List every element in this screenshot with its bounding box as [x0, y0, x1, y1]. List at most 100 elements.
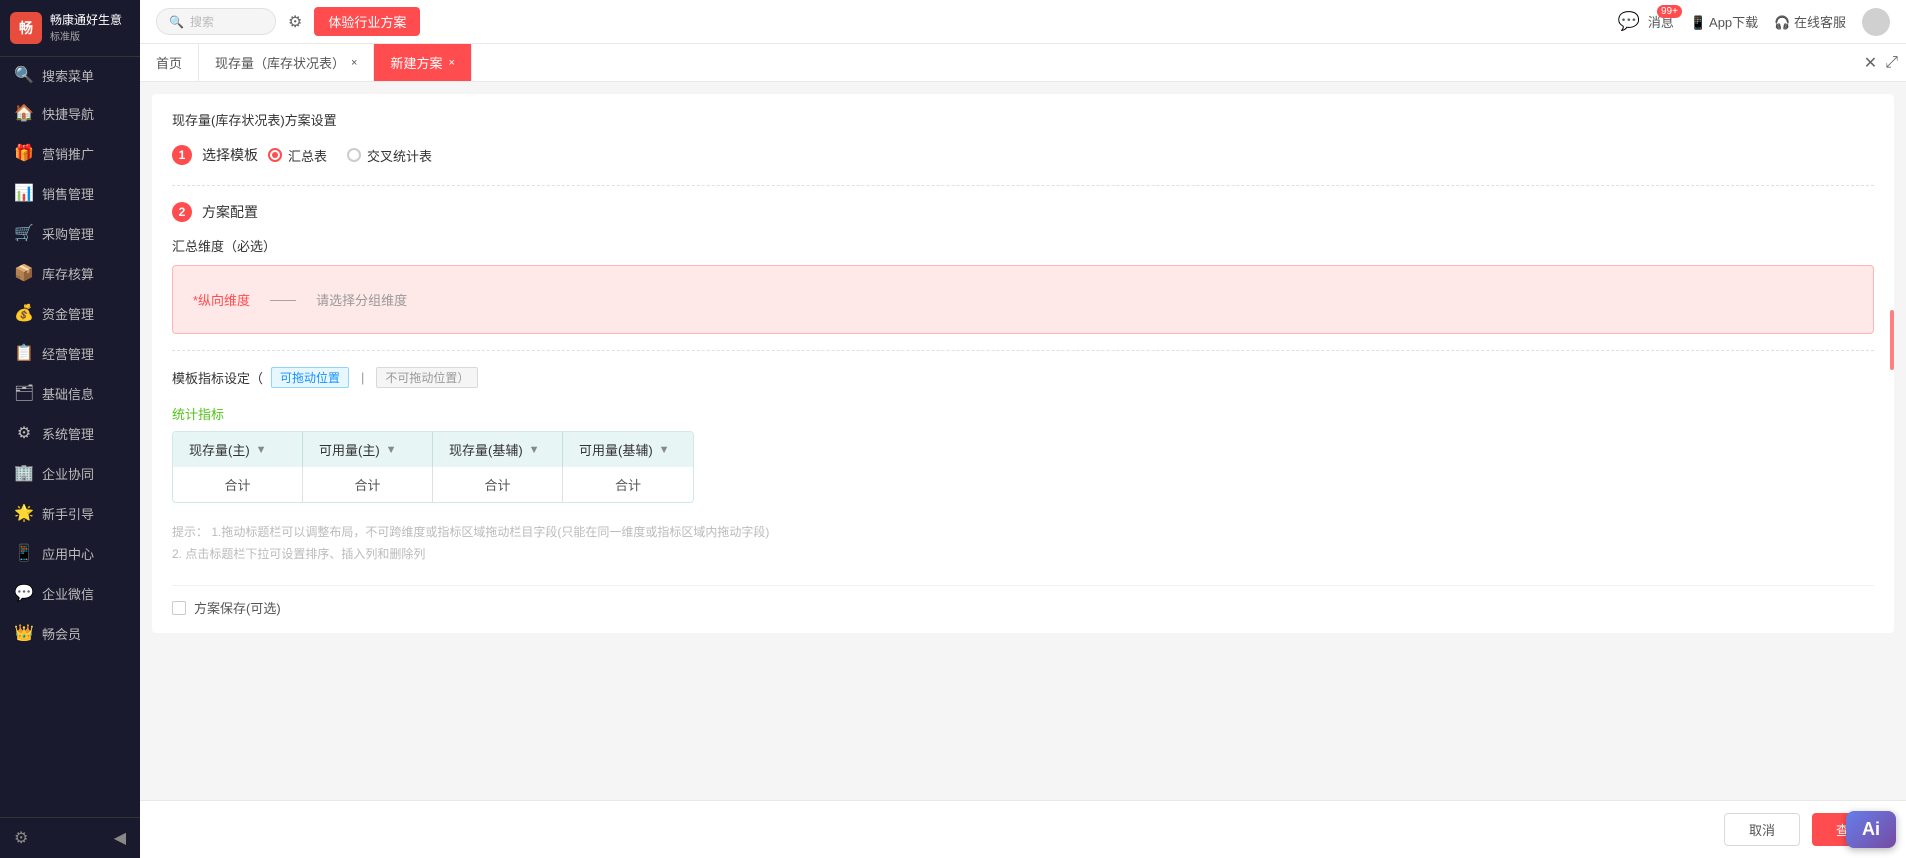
app-download-link[interactable]: 📱 App下载 [1690, 12, 1758, 31]
col0-chevron-icon[interactable]: ▼ [256, 444, 267, 456]
cart-icon: 🛒 [14, 223, 34, 243]
online-service-link[interactable]: 🎧 在线客服 [1774, 12, 1846, 31]
user-avatar[interactable] [1862, 8, 1890, 36]
message-count-badge: 99+ [1657, 5, 1682, 18]
tabs-right-controls: ✕ ⤢ [1856, 53, 1906, 73]
folder-icon: 🗂 [14, 383, 34, 403]
sidebar-logo: 畅 畅康通好生意 标准版 [0, 0, 140, 57]
col1-chevron-icon[interactable]: ▼ [386, 444, 397, 456]
save-checkbox[interactable] [172, 601, 186, 615]
sidebar-item-sales[interactable]: 📊 销售管理 [0, 173, 140, 213]
app-logo-icon: 畅 [10, 12, 42, 44]
sidebar-item-base[interactable]: 🗂 基础信息 [0, 373, 140, 413]
home-icon: 🏠 [14, 103, 34, 123]
star-icon: 🌟 [14, 503, 34, 523]
sidebar-item-apps[interactable]: 📱 应用中心 [0, 533, 140, 573]
stat-col-2[interactable]: 现存量(基辅) ▼ [433, 432, 563, 467]
dimension-box[interactable]: *纵向维度 —— 请选择分组维度 [172, 265, 1874, 334]
tab-new-scheme[interactable]: 新建方案 × [374, 44, 471, 81]
sidebar-item-vip[interactable]: 👑 畅会员 [0, 613, 140, 653]
step2-title: 方案配置 [202, 202, 258, 222]
dimension-placeholder: 请选择分组维度 [316, 290, 407, 309]
box-icon: 📦 [14, 263, 34, 283]
dimension-label: 汇总维度（必选） [172, 236, 1874, 255]
settings-panel: 现存量(库存状况表)方案设置 1 选择模板 汇总表 交叉统计表 [152, 94, 1894, 633]
app-name-block: 畅康通好生意 标准版 [50, 13, 122, 44]
industry-btn[interactable]: 体验行业方案 [314, 7, 420, 36]
stat-col-1[interactable]: 可用量(主) ▼ [303, 432, 433, 467]
sidebar-item-system[interactable]: ⚙ 系统管理 [0, 413, 140, 453]
section-divider-2 [172, 350, 1874, 351]
tab-collapse-icon[interactable]: ✕ [1864, 53, 1877, 73]
message-badge-wrap[interactable]: 💬 99+ 消息 [1618, 11, 1674, 32]
step1-header: 1 选择模板 汇总表 交叉统计表 [172, 145, 1874, 165]
sidebar-item-operation[interactable]: 📋 经营管理 [0, 333, 140, 373]
step1-section: 1 选择模板 汇总表 交叉统计表 [172, 145, 1874, 165]
non-draggable-tag: 不可拖动位置） [376, 367, 478, 388]
tab-inventory-close-icon[interactable]: × [351, 57, 357, 69]
step2-section: 2 方案配置 汇总维度（必选） *纵向维度 —— 请选择分组维度 模板指标设定（… [172, 202, 1874, 565]
gift-icon: 🎁 [14, 143, 34, 163]
sidebar-footer: ⚙ ◀ [0, 817, 140, 858]
col3-chevron-icon[interactable]: ▼ [659, 444, 670, 456]
sidebar-item-inventory[interactable]: 📦 库存核算 [0, 253, 140, 293]
app-name: 畅康通好生意 [50, 13, 122, 29]
money-icon: 💰 [14, 303, 34, 323]
topbar: 🔍 搜索 ⚙ 体验行业方案 💬 99+ 消息 📱 App下载 🎧 在线客服 [140, 0, 1906, 44]
topbar-right: 💬 99+ 消息 📱 App下载 🎧 在线客服 [1618, 8, 1890, 36]
hints-title: 提示： 1.拖动标题栏可以调整布局，不可跨维度或指标区域拖动栏目字段(只能在同一… [172, 522, 1874, 544]
sidebar-item-wechat[interactable]: 💬 企业微信 [0, 573, 140, 613]
sidebar-item-finance[interactable]: 💰 资金管理 [0, 293, 140, 333]
tab-home[interactable]: 首页 [140, 44, 199, 81]
tabs-bar: 首页 现存量（库存状况表） × 新建方案 × ✕ ⤢ [140, 44, 1906, 82]
hints-section: 提示： 1.拖动标题栏可以调整布局，不可跨维度或指标区域拖动栏目字段(只能在同一… [172, 522, 1874, 565]
cancel-button[interactable]: 取消 [1724, 813, 1800, 846]
topbar-gear-icon[interactable]: ⚙ [288, 12, 302, 32]
step2-header: 2 方案配置 [172, 202, 1874, 222]
sidebar-item-purchase[interactable]: 🛒 采购管理 [0, 213, 140, 253]
dimension-required-label: *纵向维度 [193, 290, 250, 309]
indicator-settings-area: 统计指标 现存量(主) ▼ 可用量(主) ▼ [172, 404, 1874, 506]
draggable-tag: 可拖动位置 [271, 367, 349, 388]
stat-col-3[interactable]: 可用量(基辅) ▼ [563, 432, 693, 467]
chart-icon: 📊 [14, 183, 34, 203]
radio-summary[interactable]: 汇总表 [268, 146, 327, 165]
sidebar-search[interactable]: 🔍 搜索菜单 [0, 57, 140, 93]
sidebar-item-enterprise[interactable]: 🏢 企业协同 [0, 453, 140, 493]
step1-title: 选择模板 [202, 145, 258, 165]
sidebar: 畅 畅康通好生意 标准版 🔍 搜索菜单 🏠 快捷导航 🎁 营销推广 📊 销售管理… [0, 0, 140, 858]
tab-expand-icon[interactable]: ⤢ [1885, 54, 1898, 72]
sidebar-item-marketing[interactable]: 🎁 营销推广 [0, 133, 140, 173]
radio-cross-dot [347, 148, 361, 162]
stat-cell-0-1: 合计 [303, 467, 433, 502]
sidebar-item-shortcut[interactable]: 🏠 快捷导航 [0, 93, 140, 133]
content-area: 现存量(库存状况表)方案设置 1 选择模板 汇总表 交叉统计表 [140, 82, 1906, 800]
topbar-search-box[interactable]: 🔍 搜索 [156, 8, 276, 35]
topbar-search-icon: 🔍 [169, 15, 184, 29]
save-option: 方案保存(可选) [172, 585, 1874, 617]
stat-section-title: 统计指标 [172, 404, 1874, 423]
sidebar-nav: 🏠 快捷导航 🎁 营销推广 📊 销售管理 🛒 采购管理 📦 库存核算 💰 资金管… [0, 93, 140, 817]
indicator-settings-label: 模板指标设定（ 可拖动位置 | 不可拖动位置） [172, 367, 1874, 388]
section-divider-1 [172, 185, 1874, 186]
clipboard-icon: 📋 [14, 343, 34, 363]
chat-icon: 💬 [14, 583, 34, 603]
topbar-left: 🔍 搜索 ⚙ 体验行业方案 [156, 7, 420, 36]
message-icon: 💬 [1618, 11, 1640, 31]
panel-title: 现存量(库存状况表)方案设置 [172, 110, 1874, 129]
ai-button[interactable]: Ai [1846, 811, 1896, 848]
stat-cell-0-0: 合计 [173, 467, 303, 502]
col2-chevron-icon[interactable]: ▼ [529, 444, 540, 456]
save-label: 方案保存(可选) [194, 598, 281, 617]
phone-icon: 📱 [14, 543, 34, 563]
collapse-icon[interactable]: ◀ [114, 828, 126, 848]
settings-icon[interactable]: ⚙ [14, 828, 28, 848]
sidebar-item-newbie[interactable]: 🌟 新手引导 [0, 493, 140, 533]
stat-cell-0-3: 合计 [563, 467, 693, 502]
right-scroll-indicator [1890, 310, 1894, 370]
radio-cross[interactable]: 交叉统计表 [347, 146, 432, 165]
hint2: 2. 点击标题栏下拉可设置排序、插入列和删除列 [172, 544, 1874, 566]
tab-new-scheme-close-icon[interactable]: × [448, 57, 454, 69]
tab-inventory-status[interactable]: 现存量（库存状况表） × [199, 44, 374, 81]
stat-col-0[interactable]: 现存量(主) ▼ [173, 432, 303, 467]
